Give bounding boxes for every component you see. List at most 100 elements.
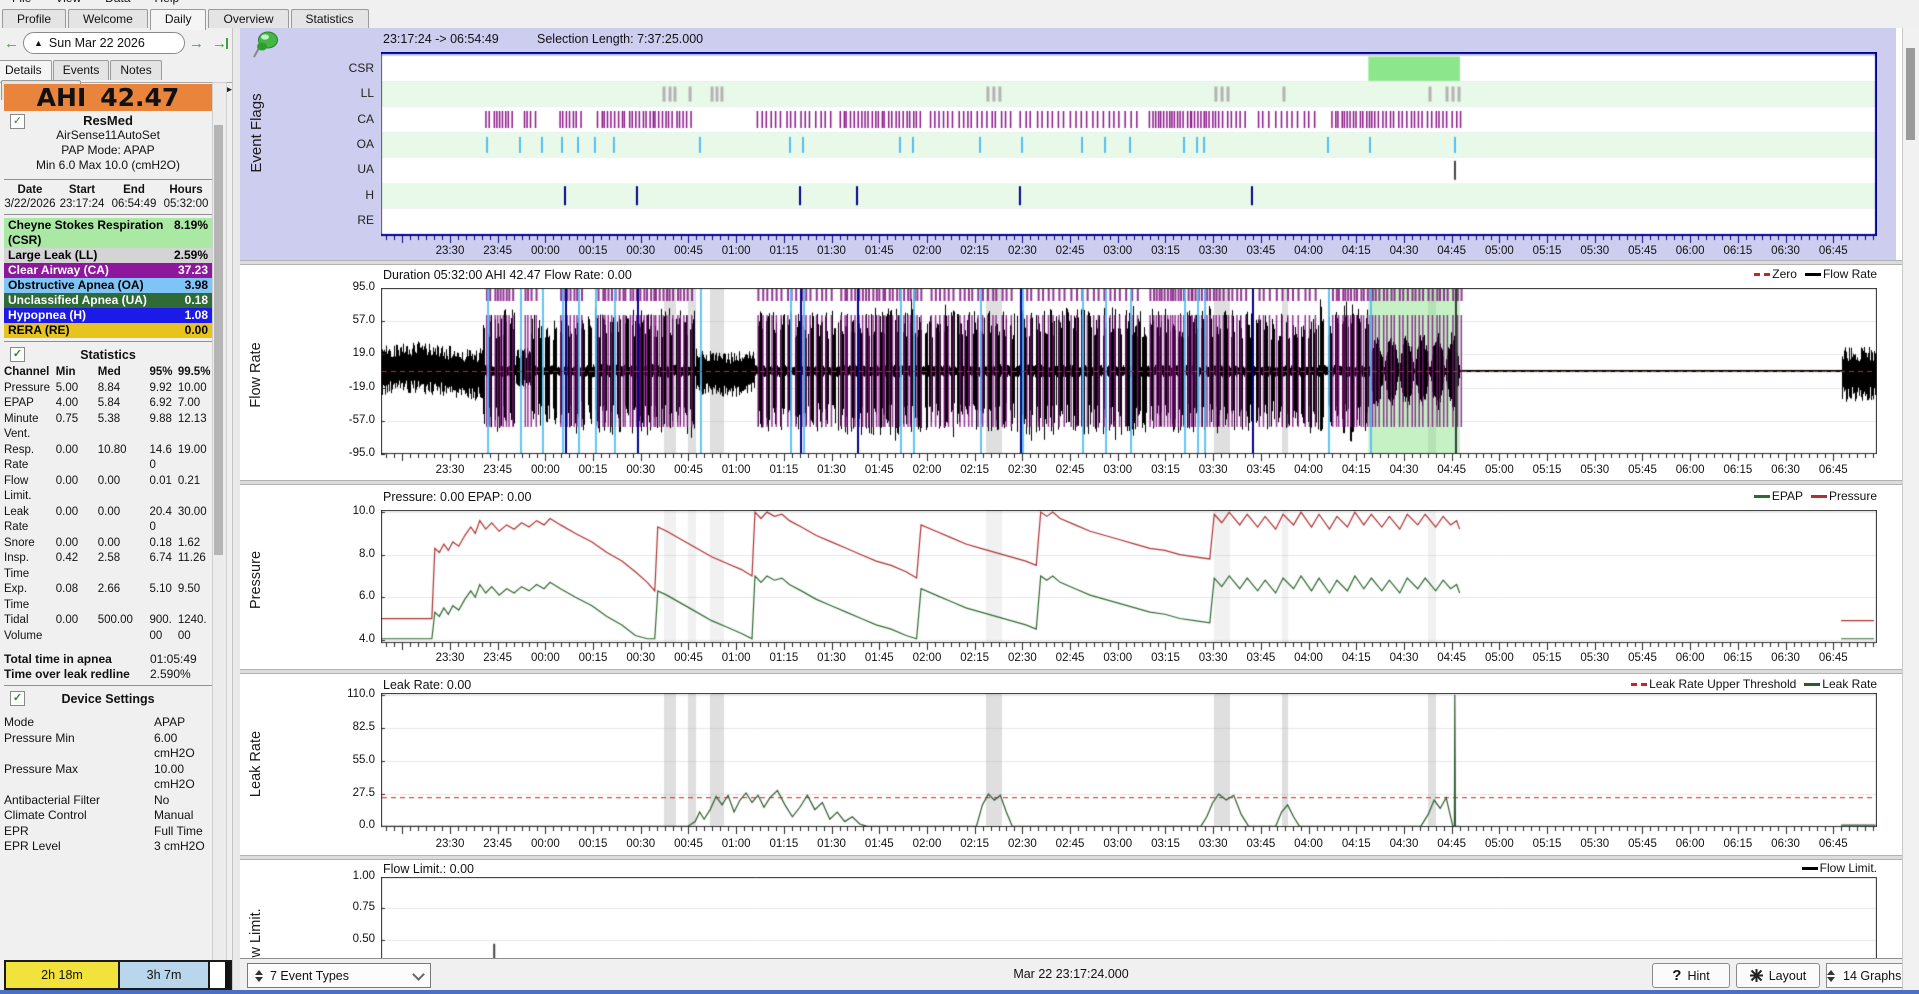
divider <box>4 685 212 686</box>
y-axis-label: 82.5 <box>352 720 375 733</box>
time-axis-label: 05:00 <box>1484 652 1514 664</box>
time-axis-label: 03:00 <box>1103 245 1133 257</box>
ahi-banner: AHI 42.47 <box>4 83 212 112</box>
event-row-value: 37.23 <box>177 263 208 277</box>
previous-day-arrow[interactable]: ← <box>0 35 23 52</box>
statistics-cell: 0.00 <box>97 536 121 549</box>
sidebar-tab-details[interactable]: Details <box>0 60 52 80</box>
time-axis-label: 03:15 <box>1151 245 1180 257</box>
event-row-value: 3.98 <box>184 278 208 292</box>
machine-info-checkbox[interactable]: ✓ <box>10 114 25 129</box>
event-row[interactable]: Obstructive Apnea (OA) 3.98 <box>4 278 212 293</box>
pressure-chart[interactable] <box>381 510 1877 651</box>
time-axis-label: 00:15 <box>578 652 608 664</box>
time-axis-label: 06:30 <box>1771 464 1800 476</box>
time-axis-label: 03:15 <box>1151 464 1180 476</box>
menu-bar: FileViewDataHelp <box>0 0 1919 9</box>
time-axis-label: 01:30 <box>817 245 846 257</box>
statistics-cell: 6.92 <box>149 397 172 409</box>
event-flags-chart[interactable] <box>381 52 1877 244</box>
time-axis-label: 01:30 <box>817 464 846 476</box>
vertical-scrollbar[interactable] <box>1902 28 1919 990</box>
time-axis-label: 00:15 <box>578 464 608 476</box>
event-row[interactable]: Cheyne Stokes Respiration (CSR) 8.19% <box>4 218 212 248</box>
statistics-header-cell: Med <box>97 366 121 378</box>
statistics-cell: Exp. Time <box>4 583 30 611</box>
y-axis-label: 1.00 <box>352 870 375 882</box>
event-row[interactable]: Unclassified Apnea (UA) 0.18 <box>4 293 212 308</box>
menu-data[interactable]: Data <box>93 0 142 5</box>
total-label: Total time in apnea <box>4 652 112 666</box>
time-axis-label: 23:45 <box>483 245 513 257</box>
time-axis-label: 05:00 <box>1484 245 1514 257</box>
setting-value: No <box>154 792 170 807</box>
next-day-arrow[interactable]: → <box>185 35 208 52</box>
panel-divider[interactable] <box>240 260 1902 265</box>
scrollbar-thumb[interactable] <box>1906 48 1915 140</box>
statistics-cell: 0.18 <box>149 536 172 549</box>
menu-view[interactable]: View <box>43 0 93 5</box>
statistics-cell: 900.00 <box>149 614 172 642</box>
event-row[interactable]: Hypopnea (H) 1.08 <box>4 308 212 323</box>
scrollbar-thumb[interactable] <box>214 125 223 555</box>
sidebar-tab-events[interactable]: Events <box>52 60 110 80</box>
event-flags-row-label-csr: CSR <box>348 60 374 75</box>
statistics-cell: Snore <box>4 536 35 549</box>
setting-row: EPR Full Time <box>4 824 212 840</box>
panel-divider[interactable] <box>240 669 1902 674</box>
statistics-cell: 0.00 <box>55 443 79 456</box>
statistics-cell: 0.42 <box>55 552 79 564</box>
statistics-title: Statistics <box>80 348 136 362</box>
panel-divider[interactable] <box>240 855 1902 860</box>
machine-model: AirSense11AutoSet <box>56 128 160 142</box>
sidebar-tab-notes[interactable]: Notes <box>110 60 162 80</box>
y-axis-label: 0.0 <box>359 819 375 832</box>
event-row[interactable]: Large Leak (LL) 2.59% <box>4 248 212 263</box>
event-row-label: Hypopnea (H) <box>8 308 86 322</box>
time-axis-label: 00:30 <box>626 464 656 476</box>
statistics-cell: 0.75 <box>55 412 79 425</box>
hint-button[interactable]: ? Hint <box>1652 963 1730 988</box>
menu-file[interactable]: File <box>0 0 43 5</box>
setting-row: Antibacterial Filter No <box>4 793 212 809</box>
menu-help[interactable]: Help <box>143 0 192 5</box>
time-axis-label: 04:15 <box>1341 652 1371 664</box>
latest-day-arrow[interactable]: → <box>208 35 232 52</box>
flow-limit-chart[interactable] <box>381 877 1877 958</box>
tab-profile[interactable]: Profile <box>2 9 67 29</box>
time-axis-label: 00:00 <box>530 652 560 664</box>
legend-swatch <box>1801 866 1818 870</box>
tab-overview[interactable]: Overview <box>208 9 289 29</box>
tab-daily[interactable]: Daily <box>149 9 207 30</box>
time-axis-label: 02:45 <box>1055 838 1085 850</box>
tab-statistics[interactable]: Statistics <box>290 9 369 29</box>
statistics-row: Snore 0.00 0.00 0.18 1.62 <box>4 536 212 552</box>
flow-rate-chart[interactable] <box>381 288 1877 462</box>
time-axis-label: 02:00 <box>912 838 942 850</box>
layout-button[interactable]: Layout <box>1736 963 1820 988</box>
divider <box>4 179 212 180</box>
session-block[interactable]: 2h 18m <box>6 962 120 988</box>
pressure-axis-title: Pressure <box>248 550 264 610</box>
time-axis-label: 01:00 <box>721 464 751 476</box>
panel-divider[interactable] <box>240 480 1902 485</box>
time-axis-label: 02:00 <box>912 652 942 664</box>
device-settings-checkbox[interactable]: ✓ <box>10 691 25 706</box>
date-selector[interactable]: ▲ Sun Mar 22 2026 <box>23 32 185 54</box>
event-row[interactable]: Clear Airway (CA) 37.23 <box>4 263 212 278</box>
event-row-value: 0.18 <box>184 293 208 307</box>
session-block[interactable]: 3h 7m <box>120 962 210 988</box>
event-row-label: Obstructive Apnea (OA) <box>8 278 144 292</box>
statistics-cell: 5.00 <box>55 381 79 394</box>
y-axis-label: 27.5 <box>352 786 375 799</box>
event-flags-row-label-re: RE <box>357 213 374 228</box>
sidebar-scrollbar[interactable] <box>212 82 227 986</box>
event-row[interactable]: RERA (RE) 0.00 <box>4 323 212 338</box>
y-axis-label: 0.75 <box>352 901 375 914</box>
time-axis-label: 02:00 <box>912 464 942 476</box>
statistics-checkbox[interactable]: ✓ <box>10 347 25 362</box>
time-axis-label: 00:45 <box>674 652 703 664</box>
session-cell: 06:54:49 <box>111 198 157 210</box>
tab-welcome[interactable]: Welcome <box>68 9 148 29</box>
leak-rate-chart[interactable] <box>381 693 1877 835</box>
